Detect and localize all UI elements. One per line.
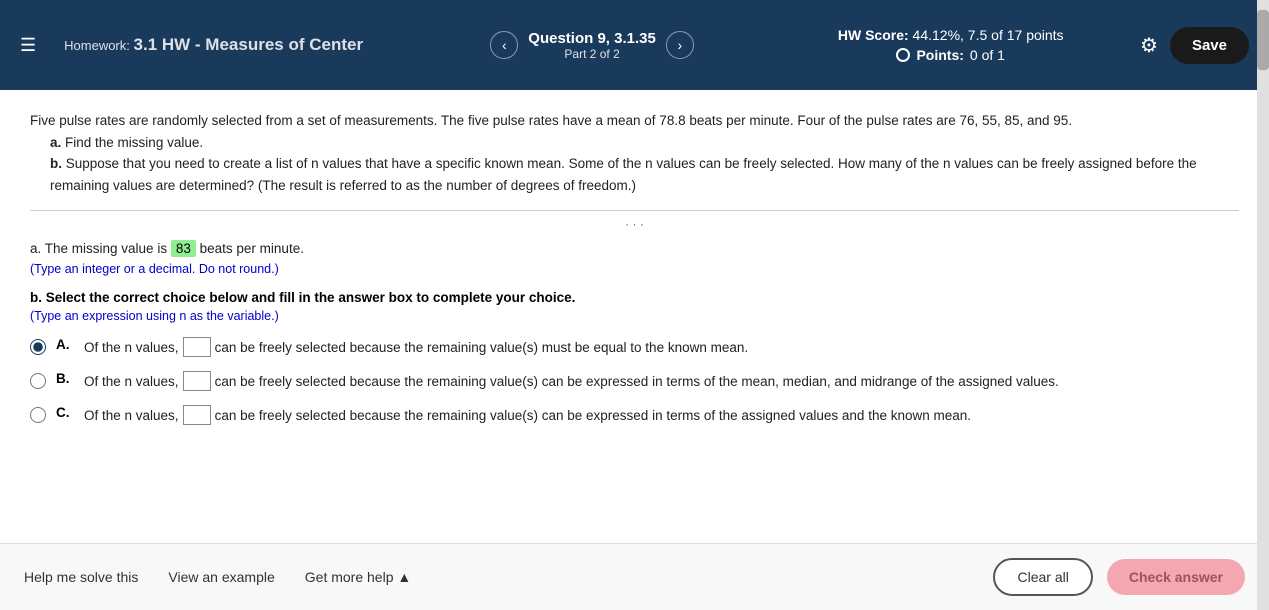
hw-score-label: HW Score:: [838, 27, 909, 43]
question-part: Part 2 of 2: [528, 47, 656, 61]
part-b-hint: (Type an expression using n as the varia…: [30, 309, 1239, 323]
part-a-hint: (Type an integer or a decimal. Do not ro…: [30, 262, 1239, 276]
gear-icon[interactable]: ⚙: [1140, 33, 1158, 58]
option-c-input[interactable]: [183, 405, 211, 425]
problem-intro: Five pulse rates are randomly selected f…: [30, 110, 1239, 196]
option-a-radio[interactable]: [30, 339, 46, 355]
header-title: Homework: 3.1 HW - Measures of Center: [64, 35, 403, 55]
footer-right: Clear all Check answer: [993, 558, 1245, 596]
question-number: Question 9, 3.1.35: [528, 30, 656, 47]
menu-icon[interactable]: ☰: [20, 35, 36, 56]
expand-dots[interactable]: · · ·: [30, 217, 1239, 231]
answer-highlight: 83: [171, 240, 196, 257]
part-a-answer-line: a. The missing value is 83 beats per min…: [30, 241, 1239, 256]
header-question: ‹ Question 9, 3.1.35 Part 2 of 2 ›: [423, 30, 762, 61]
option-b-text: Of the n values, can be freely selected …: [84, 371, 1059, 391]
header-score: HW Score: 44.12%, 7.5 of 17 points Point…: [781, 27, 1120, 63]
save-button[interactable]: Save: [1170, 27, 1249, 64]
clear-all-button[interactable]: Clear all: [993, 558, 1092, 596]
option-a-text: Of the n values, can be freely selected …: [84, 337, 748, 357]
scrollbar-thumb[interactable]: [1257, 10, 1269, 70]
option-b-radio[interactable]: [30, 373, 46, 389]
option-a: A. Of the n values, can be freely select…: [30, 337, 1239, 357]
option-c-radio[interactable]: [30, 407, 46, 423]
check-answer-button[interactable]: Check answer: [1107, 559, 1245, 595]
option-c: C. Of the n values, can be freely select…: [30, 405, 1239, 425]
prev-question-button[interactable]: ‹: [490, 31, 518, 59]
main-content: Five pulse rates are randomly selected f…: [0, 90, 1269, 543]
footer: Help me solve this View an example Get m…: [0, 543, 1269, 610]
hw-name: 3.1 HW - Measures of Center: [134, 35, 364, 54]
answer-section: a. The missing value is 83 beats per min…: [30, 241, 1239, 425]
get-more-help-button[interactable]: Get more help ▲: [305, 569, 411, 585]
option-a-input[interactable]: [183, 337, 211, 357]
points-value: 0 of 1: [970, 47, 1005, 63]
points-circle-icon: [896, 48, 910, 62]
scrollbar-track[interactable]: [1257, 0, 1269, 610]
view-example-button[interactable]: View an example: [168, 569, 274, 585]
part-b-label: b. Select the correct choice below and f…: [30, 290, 1239, 305]
header-actions: ⚙ Save: [1140, 27, 1249, 64]
next-question-button[interactable]: ›: [666, 31, 694, 59]
option-c-letter: C.: [56, 405, 74, 420]
option-b-letter: B.: [56, 371, 74, 386]
option-b: B. Of the n values, can be freely select…: [30, 371, 1239, 391]
option-b-input[interactable]: [183, 371, 211, 391]
help-solve-button[interactable]: Help me solve this: [24, 569, 138, 585]
option-a-letter: A.: [56, 337, 74, 352]
hw-score-value: 44.12%, 7.5 of 17 points: [913, 27, 1064, 43]
hw-label: Homework: 3.1 HW - Measures of Center: [64, 35, 403, 55]
points-label: Points:: [916, 47, 963, 63]
header: ☰ Homework: 3.1 HW - Measures of Center …: [0, 0, 1269, 90]
option-c-text: Of the n values, can be freely selected …: [84, 405, 971, 425]
divider: [30, 210, 1239, 211]
